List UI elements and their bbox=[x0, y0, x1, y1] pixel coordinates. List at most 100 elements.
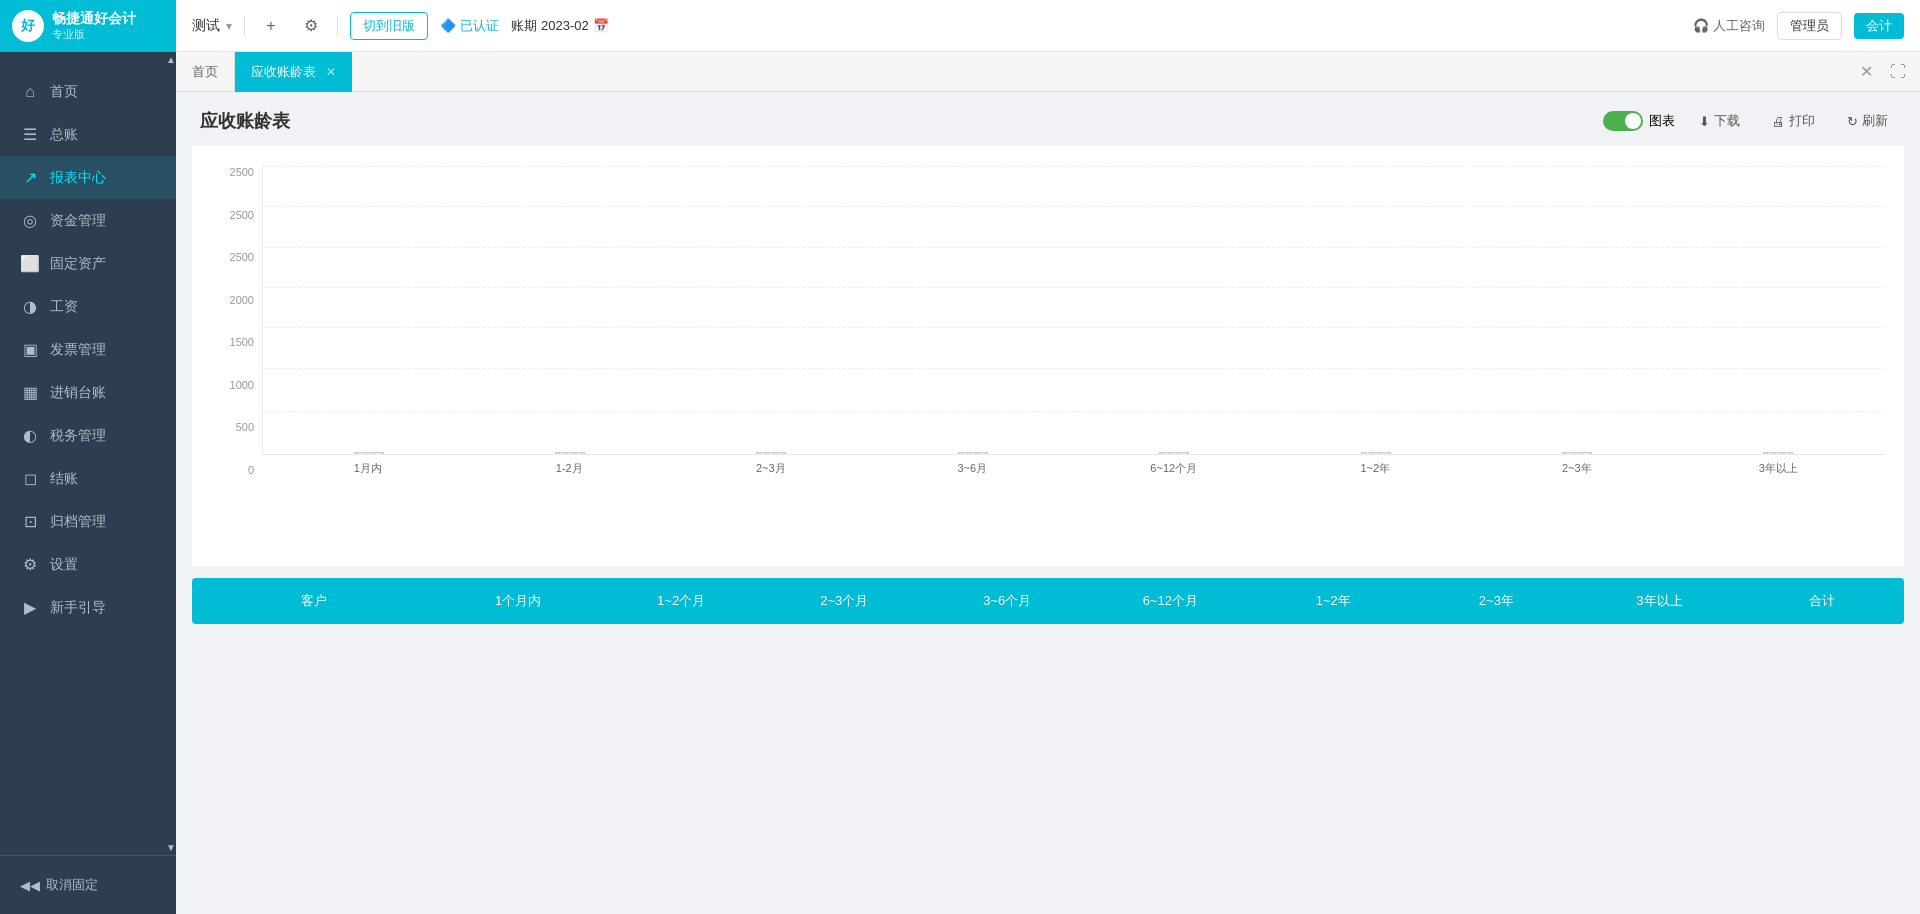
accountant-btn[interactable]: 会计 bbox=[1854, 13, 1904, 39]
sidebar-label-assets: 固定资产 bbox=[50, 255, 106, 273]
bar-group-4 bbox=[1089, 452, 1260, 454]
payroll-icon: ◑ bbox=[20, 297, 40, 316]
sidebar-label-tax: 税务管理 bbox=[50, 427, 106, 445]
bar-group-1 bbox=[484, 452, 655, 454]
verified-badge: 🔷 已认证 bbox=[440, 17, 499, 35]
close-tab-btn[interactable]: ✕ bbox=[1852, 58, 1880, 86]
refresh-btn[interactable]: ↻ 刷新 bbox=[1839, 108, 1896, 134]
tab-aging[interactable]: 应收账龄表 ✕ bbox=[235, 52, 352, 92]
calendar-icon: 📅 bbox=[593, 18, 609, 33]
sidebar-label-inventory: 进销台账 bbox=[50, 384, 106, 402]
y-label-0: 0 bbox=[248, 464, 254, 476]
bar-7 bbox=[1763, 452, 1793, 454]
manager-btn[interactable]: 管理员 bbox=[1777, 12, 1842, 40]
tab-home-label: 首页 bbox=[192, 63, 218, 81]
sidebar-item-home[interactable]: ⌂首页 bbox=[0, 71, 176, 113]
switch-version-btn[interactable]: 切到旧版 bbox=[350, 12, 428, 40]
app-name: 畅捷通好会计 bbox=[52, 10, 136, 27]
download-btn[interactable]: ⬇ 下载 bbox=[1691, 108, 1748, 134]
sidebar-label-home: 首页 bbox=[50, 83, 78, 101]
print-label: 打印 bbox=[1789, 112, 1815, 130]
bar-group-2 bbox=[686, 452, 857, 454]
settings-btn[interactable]: ⚙ bbox=[297, 12, 325, 40]
tab-aging-label: 应收账龄表 bbox=[251, 63, 316, 81]
tabbar: 首页 应收账龄表 ✕ ✕ ⛶ bbox=[176, 52, 1920, 92]
sidebar-item-close[interactable]: ◻ 结账 bbox=[0, 457, 176, 500]
service-btn[interactable]: 🎧 人工咨询 bbox=[1693, 17, 1765, 35]
period-text-label: 账期 bbox=[511, 17, 537, 35]
settings-icon: ⚙ bbox=[20, 555, 40, 574]
x-label-4: 6~12个月 bbox=[1088, 461, 1260, 476]
table-th-7: 2~3年 bbox=[1415, 592, 1578, 610]
table-th-2: 1~2个月 bbox=[600, 592, 763, 610]
bar-chart: 2500 2500 2500 2000 1500 1000 500 0 bbox=[212, 166, 1884, 506]
sidebar-item-funds[interactable]: ◎资金管理 bbox=[0, 199, 176, 242]
y-label-2000: 2000 bbox=[230, 294, 254, 306]
y-label-2500b: 2500 bbox=[230, 209, 254, 221]
y-label-1500: 1500 bbox=[230, 336, 254, 348]
bar-1 bbox=[555, 452, 585, 454]
chart-toggle-label: 图表 bbox=[1649, 112, 1675, 130]
table-th-9: 合计 bbox=[1741, 592, 1904, 610]
report-icon: ↗ bbox=[20, 168, 40, 187]
add-project-btn[interactable]: + bbox=[257, 12, 285, 40]
tab-close-icon[interactable]: ✕ bbox=[326, 65, 336, 79]
sidebar-item-tax[interactable]: ◐税务管理 bbox=[0, 414, 176, 457]
main-area: 测试 ▾ + ⚙ 切到旧版 🔷 已认证 账期 2023-02 📅 🎧 人工咨询 … bbox=[176, 0, 1920, 914]
sidebar-item-guide[interactable]: ▶新手引导 bbox=[0, 586, 176, 629]
sidebar-label-archive: 归档管理 bbox=[50, 513, 106, 531]
verified-label: 已认证 bbox=[460, 17, 499, 35]
ledger-icon: ☰ bbox=[20, 125, 40, 144]
bar-5 bbox=[1361, 452, 1391, 454]
sidebar-item-ledger[interactable]: ☰总账 bbox=[0, 113, 176, 156]
project-name: 测试 bbox=[192, 17, 220, 35]
sidebar-item-assets[interactable]: ⬜ 固定资产 bbox=[0, 242, 176, 285]
sidebar-item-report[interactable]: ↗报表中心 bbox=[0, 156, 176, 199]
inventory-icon: ▦ bbox=[20, 383, 40, 402]
chevron-down-icon: ▾ bbox=[226, 19, 232, 33]
scroll-down-arrow[interactable]: ▼ bbox=[164, 840, 174, 855]
table-container: 客户1个月内1~2个月2~3个月3~6个月6~12个月1~2年2~3年3年以上合… bbox=[192, 578, 1904, 624]
app-edition: 专业版 bbox=[52, 27, 136, 42]
table-th-4: 3~6个月 bbox=[926, 592, 1089, 610]
sidebar-label-close: 结账 bbox=[50, 470, 78, 488]
sidebar-item-archive[interactable]: ⊡归档管理 bbox=[0, 500, 176, 543]
sidebar-item-invoice[interactable]: ▣发票管理 bbox=[0, 328, 176, 371]
close-icon: ◻ bbox=[20, 469, 40, 488]
chart-toggle[interactable] bbox=[1603, 111, 1643, 131]
assets-icon: ⬜ bbox=[20, 254, 40, 273]
chart-inner: 1月内1-2月2~3月3~6月6~12个月1~2年2~3年3年以上 bbox=[262, 166, 1884, 476]
bar-group-7 bbox=[1693, 452, 1864, 454]
table-th-6: 1~2年 bbox=[1252, 592, 1415, 610]
y-label-500: 500 bbox=[236, 421, 254, 433]
project-selector[interactable]: 测试 ▾ bbox=[192, 17, 232, 35]
print-icon: 🖨 bbox=[1772, 114, 1785, 129]
scroll-up-arrow[interactable]: ▲ bbox=[164, 52, 174, 67]
bar-group-6 bbox=[1491, 452, 1662, 454]
chart-x-labels: 1月内1-2月2~3月3~6月6~12个月1~2年2~3年3年以上 bbox=[262, 455, 1884, 476]
x-label-5: 1~2年 bbox=[1290, 461, 1462, 476]
cancel-fixed-label: 取消固定 bbox=[46, 876, 98, 894]
refresh-label: 刷新 bbox=[1862, 112, 1888, 130]
cancel-fixed-icon: ◀◀ bbox=[20, 878, 40, 893]
sidebar-item-payroll[interactable]: ◑工资 bbox=[0, 285, 176, 328]
chart-y-axis: 2500 2500 2500 2000 1500 1000 500 0 bbox=[212, 166, 262, 476]
bar-2 bbox=[756, 452, 786, 454]
logo-icon: 好 bbox=[12, 10, 44, 42]
print-btn[interactable]: 🖨 打印 bbox=[1764, 108, 1823, 134]
sidebar: 好 畅捷通好会计 专业版 ▲ ⌂首页☰总账↗报表中心◎资金管理 ⬜ 固定资产 ◑工资▣… bbox=[0, 0, 176, 914]
table-th-1: 1个月内 bbox=[437, 592, 600, 610]
cancel-fixed-btn[interactable]: ◀◀ 取消固定 bbox=[0, 866, 176, 904]
sidebar-item-inventory[interactable]: ▦ 进销台账 bbox=[0, 371, 176, 414]
x-label-3: 3~6月 bbox=[887, 461, 1059, 476]
sidebar-nav: ⌂首页☰总账↗报表中心◎资金管理⬜固定资产◑工资▣发票管理▦进销台账◐税务管理◻… bbox=[0, 67, 176, 840]
x-label-2: 2~3月 bbox=[685, 461, 857, 476]
download-label: 下载 bbox=[1714, 112, 1740, 130]
sidebar-item-settings[interactable]: ⚙设置 bbox=[0, 543, 176, 586]
download-icon: ⬇ bbox=[1699, 114, 1710, 129]
expand-tab-btn[interactable]: ⛶ bbox=[1884, 58, 1912, 86]
service-label: 人工咨询 bbox=[1713, 17, 1765, 35]
sidebar-label-funds: 资金管理 bbox=[50, 212, 106, 230]
tab-home[interactable]: 首页 bbox=[176, 52, 235, 92]
x-label-1: 1-2月 bbox=[484, 461, 656, 476]
